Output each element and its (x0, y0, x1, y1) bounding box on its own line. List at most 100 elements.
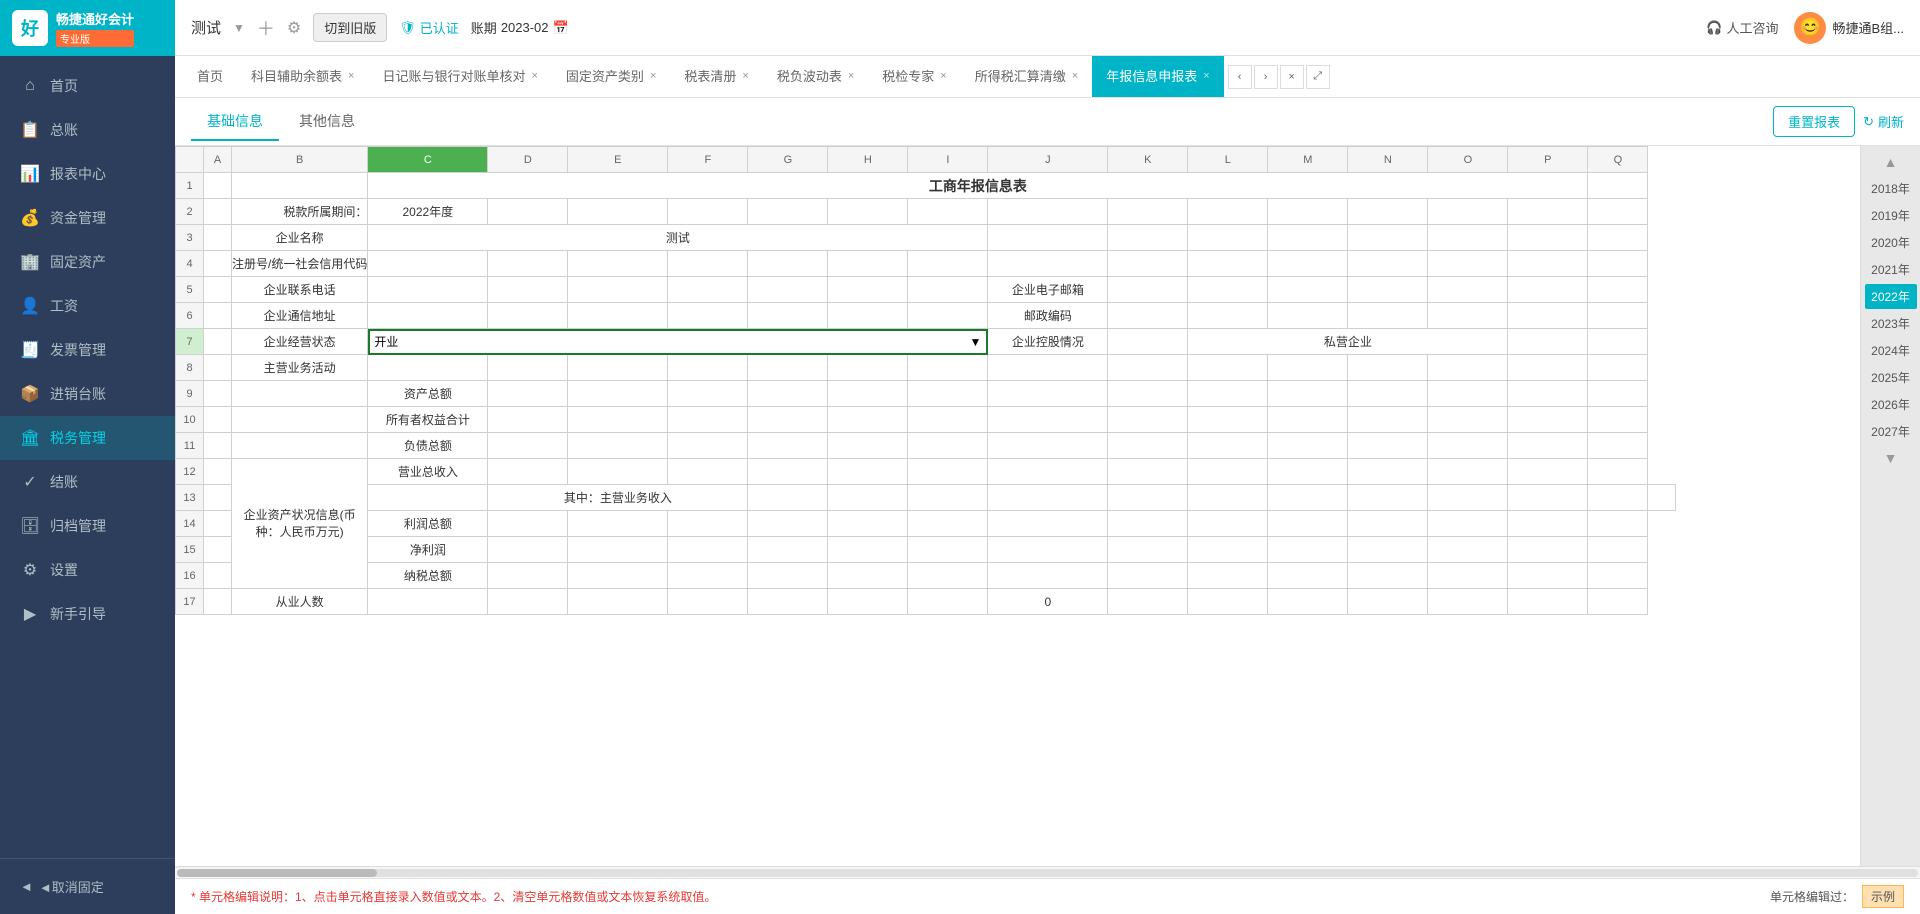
user-menu[interactable]: 😊 畅捷通B组... (1794, 12, 1904, 44)
cell-15-I[interactable] (908, 537, 988, 563)
col-header-L[interactable]: L (1188, 147, 1268, 173)
cell-8-D[interactable] (488, 355, 568, 381)
cell-3-Q[interactable] (1588, 225, 1648, 251)
tab-incometax[interactable]: 所得税汇算清缴 × (961, 56, 1092, 98)
cell-2-E[interactable] (568, 199, 668, 225)
col-header-B[interactable]: B (232, 147, 368, 173)
cell-7-C[interactable]: 开业 ▼ (368, 329, 988, 355)
cell-6-C[interactable] (368, 303, 488, 329)
cell-5-N[interactable] (1348, 277, 1428, 303)
cell-16-A[interactable] (204, 563, 232, 589)
cell-7-P[interactable] (1508, 329, 1588, 355)
cell-4-D[interactable] (488, 251, 568, 277)
cell-17-A[interactable] (204, 589, 232, 615)
cell-9-C[interactable]: 资产总额 (368, 381, 488, 407)
cell-13-G[interactable] (828, 485, 908, 511)
sidebar-item-invoice[interactable]: 🧾 发票管理 (0, 328, 175, 372)
cell-4-L[interactable] (1188, 251, 1268, 277)
cell-15-L[interactable] (1188, 537, 1268, 563)
col-header-G[interactable]: G (748, 147, 828, 173)
col-header-J[interactable]: J (988, 147, 1108, 173)
tab-taxcheck-close[interactable]: × (940, 70, 946, 82)
year-item-2024[interactable]: 2024年 (1865, 338, 1917, 363)
cell-12-K[interactable] (1108, 459, 1188, 485)
tab-taxwave-close[interactable]: × (848, 70, 854, 82)
cell-15-E[interactable] (568, 537, 668, 563)
cell-11-F[interactable] (668, 433, 748, 459)
cell-17-F[interactable] (668, 589, 748, 615)
cell-14-D[interactable] (488, 511, 568, 537)
cell-14-E[interactable] (568, 511, 668, 537)
cell-17-J[interactable]: 0 (988, 589, 1108, 615)
sidebar-item-reports[interactable]: 📊 报表中心 (0, 152, 175, 196)
cell-17-N[interactable] (1348, 589, 1428, 615)
cell-6-K[interactable] (1108, 303, 1188, 329)
cell-16-M[interactable] (1268, 563, 1348, 589)
cell-6-J[interactable]: 邮政编码 (988, 303, 1108, 329)
cell-5-A[interactable] (204, 277, 232, 303)
cell-10-M[interactable] (1268, 407, 1348, 433)
cell-16-Q[interactable] (1588, 563, 1648, 589)
col-header-M[interactable]: M (1268, 147, 1348, 173)
cell-15-D[interactable] (488, 537, 568, 563)
cell-4-H[interactable] (828, 251, 908, 277)
cell-10-G[interactable] (748, 407, 828, 433)
cell-9-M[interactable] (1268, 381, 1348, 407)
cell-6-A[interactable] (204, 303, 232, 329)
cell-5-J[interactable]: 企业电子邮箱 (988, 277, 1108, 303)
cell-15-Q[interactable] (1588, 537, 1648, 563)
cell-4-P[interactable] (1508, 251, 1588, 277)
cell-4-E[interactable] (568, 251, 668, 277)
cell-15-G[interactable] (748, 537, 828, 563)
cell-13-A[interactable] (204, 485, 232, 511)
cell-16-E[interactable] (568, 563, 668, 589)
cell-7-J[interactable]: 企业控股情况 (988, 329, 1108, 355)
cell-12-M[interactable] (1268, 459, 1348, 485)
cell-13-H[interactable] (908, 485, 988, 511)
cell-8-M[interactable] (1268, 355, 1348, 381)
cell-9-J[interactable] (988, 381, 1108, 407)
year-item-2018[interactable]: 2018年 (1865, 176, 1917, 201)
cell-10-Q[interactable] (1588, 407, 1648, 433)
cell-5-C[interactable] (368, 277, 488, 303)
topbar-add-button[interactable]: ＋ (257, 15, 275, 41)
cell-14-N[interactable] (1348, 511, 1428, 537)
cell-2-K[interactable] (1108, 199, 1188, 225)
cell-8-I[interactable] (908, 355, 988, 381)
cell-1-Q[interactable] (1588, 173, 1648, 199)
cell-3-O[interactable] (1428, 225, 1508, 251)
cell-13-F[interactable] (748, 485, 828, 511)
cell-12-E[interactable] (568, 459, 668, 485)
refresh-button[interactable]: ↻ 刷新 (1863, 112, 1904, 131)
col-header-O[interactable]: O (1428, 147, 1508, 173)
cell-11-B[interactable] (232, 433, 368, 459)
cell-10-O[interactable] (1428, 407, 1508, 433)
cell-6-L[interactable] (1188, 303, 1268, 329)
cell-16-F[interactable] (668, 563, 748, 589)
col-header-N[interactable]: N (1348, 147, 1428, 173)
cell-17-L[interactable] (1188, 589, 1268, 615)
cell-3-L[interactable] (1188, 225, 1268, 251)
cell-14-H[interactable] (828, 511, 908, 537)
tab-bank-close[interactable]: × (531, 70, 537, 82)
cell-16-N[interactable] (1348, 563, 1428, 589)
cell-12-J[interactable] (988, 459, 1108, 485)
cell-5-P[interactable] (1508, 277, 1588, 303)
tab-aux[interactable]: 科目辅助余额表 × (237, 56, 368, 98)
cell-8-G[interactable] (748, 355, 828, 381)
cell-5-F[interactable] (668, 277, 748, 303)
cell-10-F[interactable] (668, 407, 748, 433)
cell-4-J[interactable] (988, 251, 1108, 277)
tab-home[interactable]: 首页 (183, 56, 237, 98)
cell-6-D[interactable] (488, 303, 568, 329)
cell-4-C[interactable] (368, 251, 488, 277)
cell-4-Q[interactable] (1588, 251, 1648, 277)
cell-16-P[interactable] (1508, 563, 1588, 589)
sidebar-item-assets[interactable]: 🏢 固定资产 (0, 240, 175, 284)
cell-7-A[interactable] (204, 329, 232, 355)
cell-12-Q[interactable] (1588, 459, 1648, 485)
col-header-Q[interactable]: Q (1588, 147, 1648, 173)
cell-11-K[interactable] (1108, 433, 1188, 459)
cell-4-A[interactable] (204, 251, 232, 277)
tab-expand-button[interactable]: × (1280, 65, 1304, 89)
